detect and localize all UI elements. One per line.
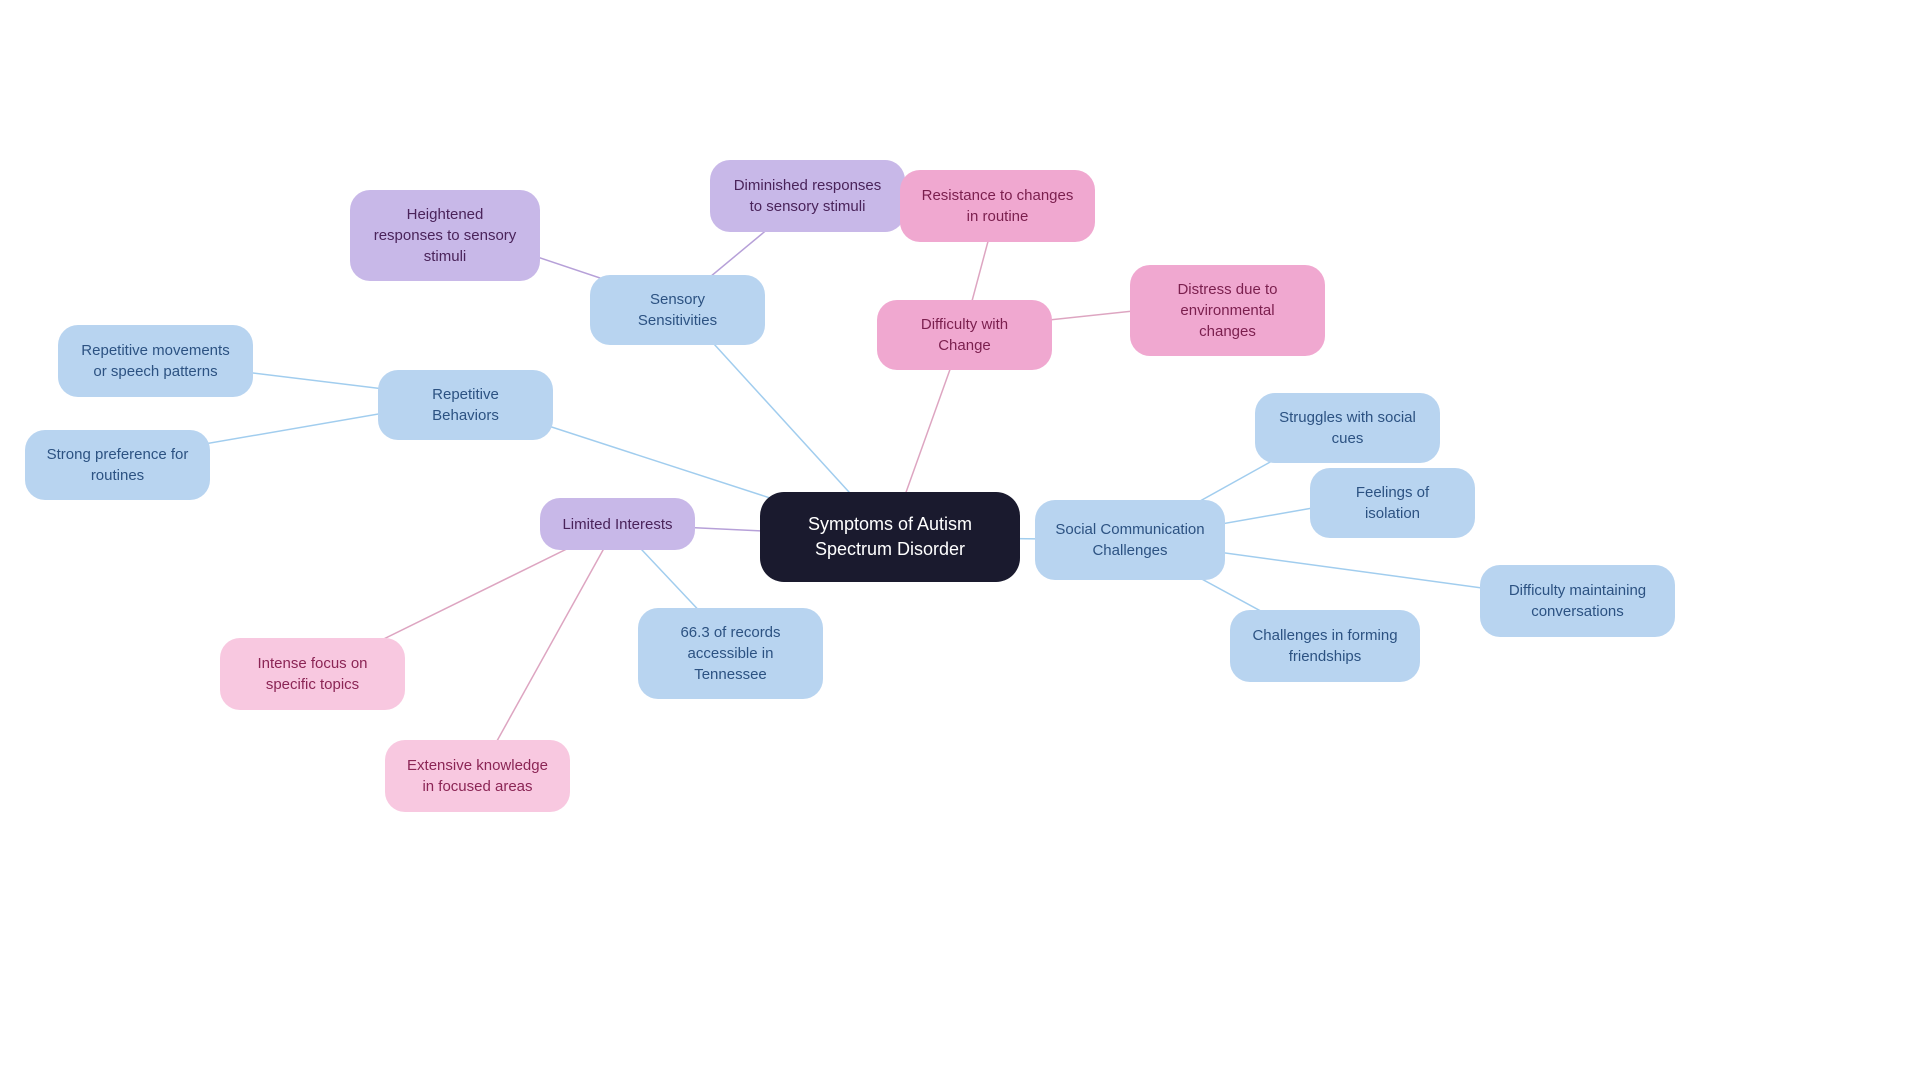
node-isolation[interactable]: Feelings of isolation [1310,468,1475,538]
node-diminished[interactable]: Diminished responses to sensory stimuli [710,160,905,232]
node-intense-focus[interactable]: Intense focus on specific topics [220,638,405,710]
node-extensive[interactable]: Extensive knowledge in focused areas [385,740,570,812]
mind-map: Symptoms of Autism Spectrum Disorder Sens… [0,0,1920,1083]
node-friendships[interactable]: Challenges in forming friendships [1230,610,1420,682]
center-node[interactable]: Symptoms of Autism Spectrum Disorder [760,492,1020,582]
node-limited[interactable]: Limited Interests [540,498,695,550]
node-conversations[interactable]: Difficulty maintaining conversations [1480,565,1675,637]
node-resistance[interactable]: Resistance to changes in routine [900,170,1095,242]
node-difficulty-change[interactable]: Difficulty with Change [877,300,1052,370]
node-distress[interactable]: Distress due to environmental changes [1130,265,1325,356]
node-social[interactable]: Social Communication Challenges [1035,500,1225,580]
node-rep-movements[interactable]: Repetitive movements or speech patterns [58,325,253,397]
node-heightened[interactable]: Heightened responses to sensory stimuli [350,190,540,281]
node-records[interactable]: 66.3 of records accessible in Tennessee [638,608,823,699]
node-repetitive[interactable]: Repetitive Behaviors [378,370,553,440]
node-sensory[interactable]: Sensory Sensitivities [590,275,765,345]
node-social-cues[interactable]: Struggles with social cues [1255,393,1440,463]
node-routines[interactable]: Strong preference for routines [25,430,210,500]
